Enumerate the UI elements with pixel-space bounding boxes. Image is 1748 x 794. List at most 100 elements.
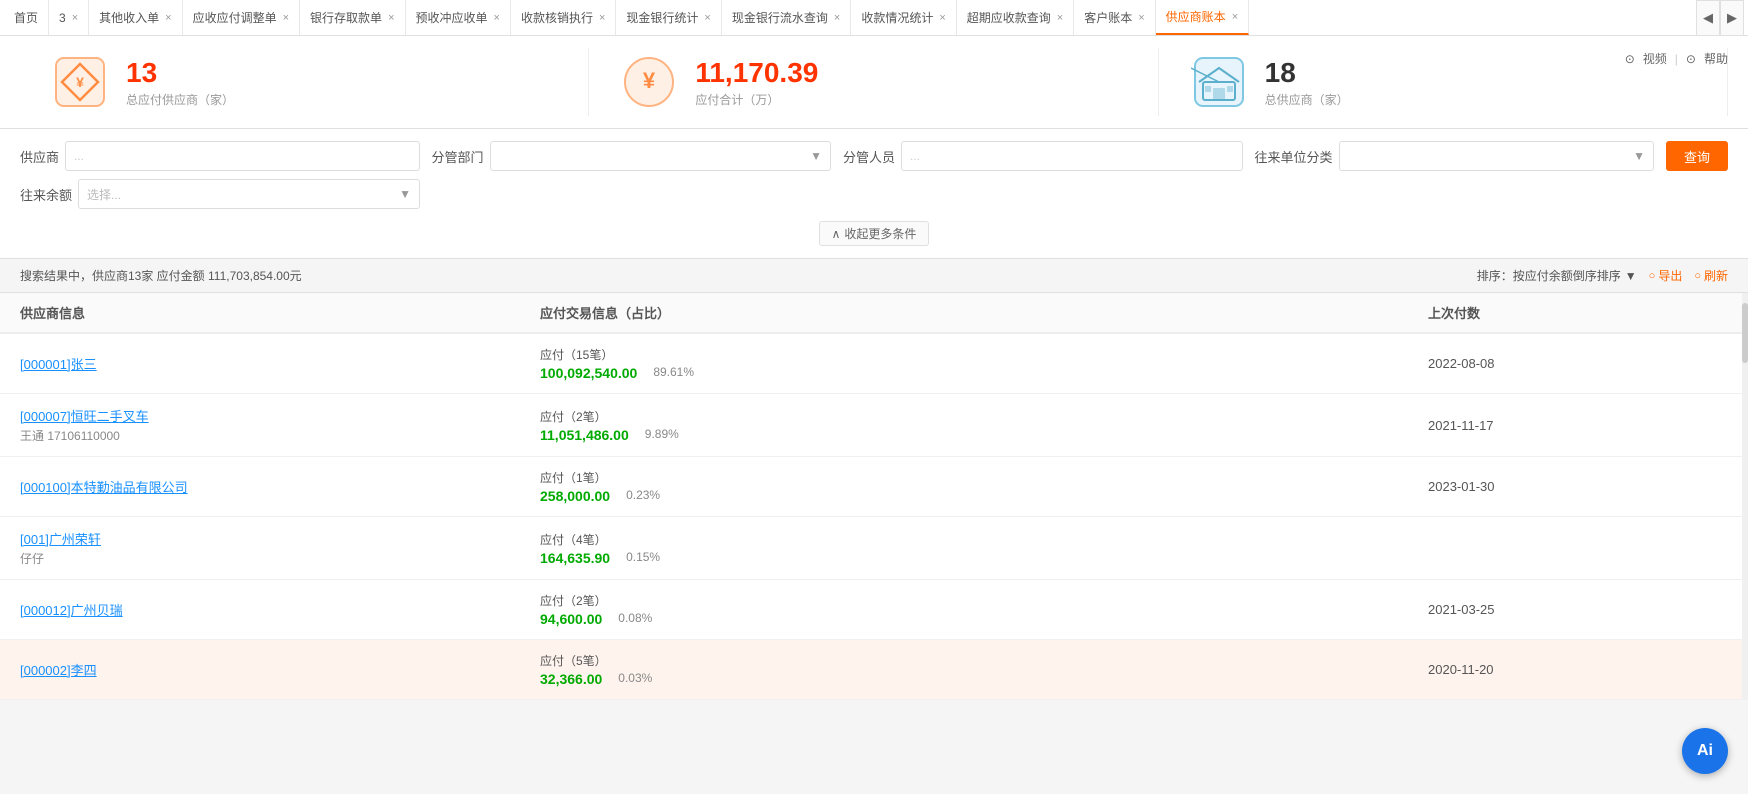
help-icon: ⊙ <box>1686 52 1696 66</box>
nav-tab-prepay-close[interactable]: × <box>494 12 500 24</box>
nav-tab-ar-ap[interactable]: 应收应付调整单 × <box>183 0 300 35</box>
supplier-info-4: [000012]广州贝瑞 <box>20 600 540 619</box>
collapse-button[interactable]: ∧ 收起更多条件 <box>819 221 930 246</box>
refresh-button[interactable]: ○ 刷新 <box>1694 267 1728 284</box>
nav-tab-home-label: 首页 <box>14 9 38 26</box>
payable-total-label: 应付合计（万） <box>695 91 818 108</box>
tx-amount-0: 100,092,540.00 <box>540 365 637 381</box>
nav-tab-other-income-label: 其他收入单 <box>99 9 159 26</box>
stat-text-total-suppliers: 18 总供应商（家） <box>1265 56 1349 109</box>
nav-arrow-right[interactable]: ▶ <box>1720 0 1744 36</box>
balance-filter-label: 往来余额 <box>20 185 72 204</box>
nav-tab-cash-flow-label: 现金银行流水查询 <box>732 9 828 26</box>
category-filter-input[interactable]: ▼ <box>1339 141 1654 171</box>
tx-label-5: 应付（5笔） <box>540 652 1428 669</box>
nav-tab-ar-ap-close[interactable]: × <box>283 12 289 24</box>
table-row: [001]广州荣轩 仔仔 应付（4笔） 164,635.90 0.15% <box>0 517 1748 580</box>
nav-tab-prepay[interactable]: 预收冲应收单 × <box>406 0 511 35</box>
tx-row-1: 11,051,486.00 9.89% <box>540 425 1428 443</box>
tx-percent-4: 0.08% <box>618 611 652 625</box>
balance-filter-select[interactable]: 选择... ▼ <box>78 179 420 209</box>
tx-row-4: 94,600.00 0.08% <box>540 609 1428 627</box>
stats-bar: ¥ 13 总应付供应商（家） ¥ 11,170.39 应付合计（万） <box>0 36 1748 129</box>
nav-tab-customer-ledger-close[interactable]: × <box>1138 12 1144 24</box>
total-suppliers-label: 总供应商（家） <box>1265 91 1349 108</box>
supplier-filter-input[interactable]: ... <box>65 141 419 171</box>
sort-button[interactable]: 排序：按应付余额倒序排序 ▼ <box>1477 267 1637 284</box>
last-pay-5: 2020-11-20 <box>1428 662 1728 677</box>
nav-tab-home[interactable]: 首页 <box>4 0 49 35</box>
total-suppliers-number: 18 <box>1265 56 1349 90</box>
supplier-name-2[interactable]: [000100]本特勤油品有限公司 <box>20 477 540 496</box>
table-header: 供应商信息 应付交易信息（占比） 上次付数 <box>0 293 1748 334</box>
sort-label: 排序：按应付余额倒序排序 <box>1477 267 1621 284</box>
person-dots: ... <box>910 149 920 163</box>
help-link[interactable]: 帮助 <box>1704 50 1728 67</box>
nav-tab-3[interactable]: 3 × <box>49 0 89 35</box>
nav-tab-collection[interactable]: 收款情况统计 × <box>851 0 956 35</box>
tx-label-3: 应付（4笔） <box>540 531 1428 548</box>
nav-tab-overdue[interactable]: 超期应收款查询 × <box>957 0 1074 35</box>
tx-amount-2: 258,000.00 <box>540 488 610 504</box>
category-filter-label: 往来单位分类 <box>1255 147 1333 166</box>
filter-balance: 往来余额 选择... ▼ <box>20 179 420 209</box>
tx-amount-4: 94,600.00 <box>540 611 602 627</box>
nav-tab-payment-verify[interactable]: 收款核销执行 × <box>511 0 616 35</box>
filter-supplier: 供应商 ... <box>20 141 420 171</box>
filter-person: 分管人员 ... <box>843 141 1243 171</box>
nav-tab-bank-close[interactable]: × <box>388 12 394 24</box>
nav-tab-payment-verify-close[interactable]: × <box>599 12 605 24</box>
nav-arrow-left[interactable]: ◀ <box>1696 0 1720 36</box>
nav-tab-cash-flow-close[interactable]: × <box>834 12 840 24</box>
nav-tab-3-label: 3 <box>59 11 66 25</box>
supplier-name-4[interactable]: [000012]广州贝瑞 <box>20 600 540 619</box>
tx-label-4: 应付（2笔） <box>540 592 1428 609</box>
stat-card-payable-total: ¥ 11,170.39 应付合计（万） <box>589 48 1158 116</box>
tx-percent-3: 0.15% <box>626 550 660 564</box>
nav-tab-supplier-ledger[interactable]: 供应商账本 × <box>1156 0 1249 35</box>
dept-filter-input[interactable]: ▼ <box>490 141 831 171</box>
nav-tab-supplier-ledger-close[interactable]: × <box>1232 11 1238 23</box>
tx-percent-5: 0.03% <box>618 671 652 685</box>
table-container: 供应商信息 应付交易信息（占比） 上次付数 [000001]张三 应付（15笔）… <box>0 293 1748 700</box>
video-icon: ⊙ <box>1625 52 1635 66</box>
ai-button[interactable]: Ai <box>1682 728 1728 774</box>
nav-tab-cash-stat-close[interactable]: × <box>704 12 710 24</box>
tx-amount-3: 164,635.90 <box>540 550 610 566</box>
nav-tab-overdue-close[interactable]: × <box>1057 12 1063 24</box>
supplier-filter-label: 供应商 <box>20 147 59 166</box>
scrollbar-thumb[interactable] <box>1742 303 1748 363</box>
nav-tab-bank-label: 银行存取款单 <box>310 9 382 26</box>
export-label: 导出 <box>1658 267 1682 284</box>
supplier-name-5[interactable]: [000002]李四 <box>20 660 540 679</box>
nav-tab-cash-flow[interactable]: 现金银行流水查询 × <box>722 0 851 35</box>
nav-tab-customer-ledger[interactable]: 客户账本 × <box>1074 0 1155 35</box>
right-scrollbar[interactable] <box>1742 293 1748 700</box>
nav-tab-prepay-label: 预收冲应收单 <box>416 9 488 26</box>
nav-tab-3-close[interactable]: × <box>72 12 78 24</box>
search-button[interactable]: 查询 <box>1666 141 1728 171</box>
supplier-name-3[interactable]: [001]广州荣轩 <box>20 529 540 548</box>
nav-tab-collection-close[interactable]: × <box>939 12 945 24</box>
top-right-links: ⊙ 视频 | ⊙ 帮助 <box>1625 50 1728 67</box>
supplier-info-1: [000007]恒旺二手叉车 王通 17106110000 <box>20 406 540 444</box>
nav-tab-cash-stat[interactable]: 现金银行统计 × <box>616 0 721 35</box>
svg-text:¥: ¥ <box>643 68 656 93</box>
dept-filter-label: 分管部门 <box>432 147 484 166</box>
video-link[interactable]: 视频 <box>1643 50 1667 67</box>
supplier-name-1[interactable]: [000007]恒旺二手叉车 <box>20 406 540 425</box>
link-separator: | <box>1675 52 1678 66</box>
svg-text:¥: ¥ <box>76 74 84 90</box>
supplier-name-0[interactable]: [000001]张三 <box>20 354 540 373</box>
tx-info-5: 应付（5笔） 32,366.00 0.03% <box>540 652 1428 687</box>
nav-tab-bank[interactable]: 银行存取款单 × <box>300 0 405 35</box>
refresh-circle-icon: ○ <box>1694 270 1701 282</box>
filter-dept: 分管部门 ▼ <box>432 141 832 171</box>
chevron-up-icon: ∧ <box>832 227 841 241</box>
person-filter-input[interactable]: ... <box>901 141 1242 171</box>
nav-tab-other-income[interactable]: 其他收入单 × <box>89 0 182 35</box>
sort-controls: 排序：按应付余额倒序排序 ▼ ○ 导出 ○ 刷新 <box>1477 267 1728 284</box>
nav-tab-other-income-close[interactable]: × <box>165 12 171 24</box>
export-button[interactable]: ○ 导出 <box>1649 267 1683 284</box>
tx-percent-2: 0.23% <box>626 488 660 502</box>
